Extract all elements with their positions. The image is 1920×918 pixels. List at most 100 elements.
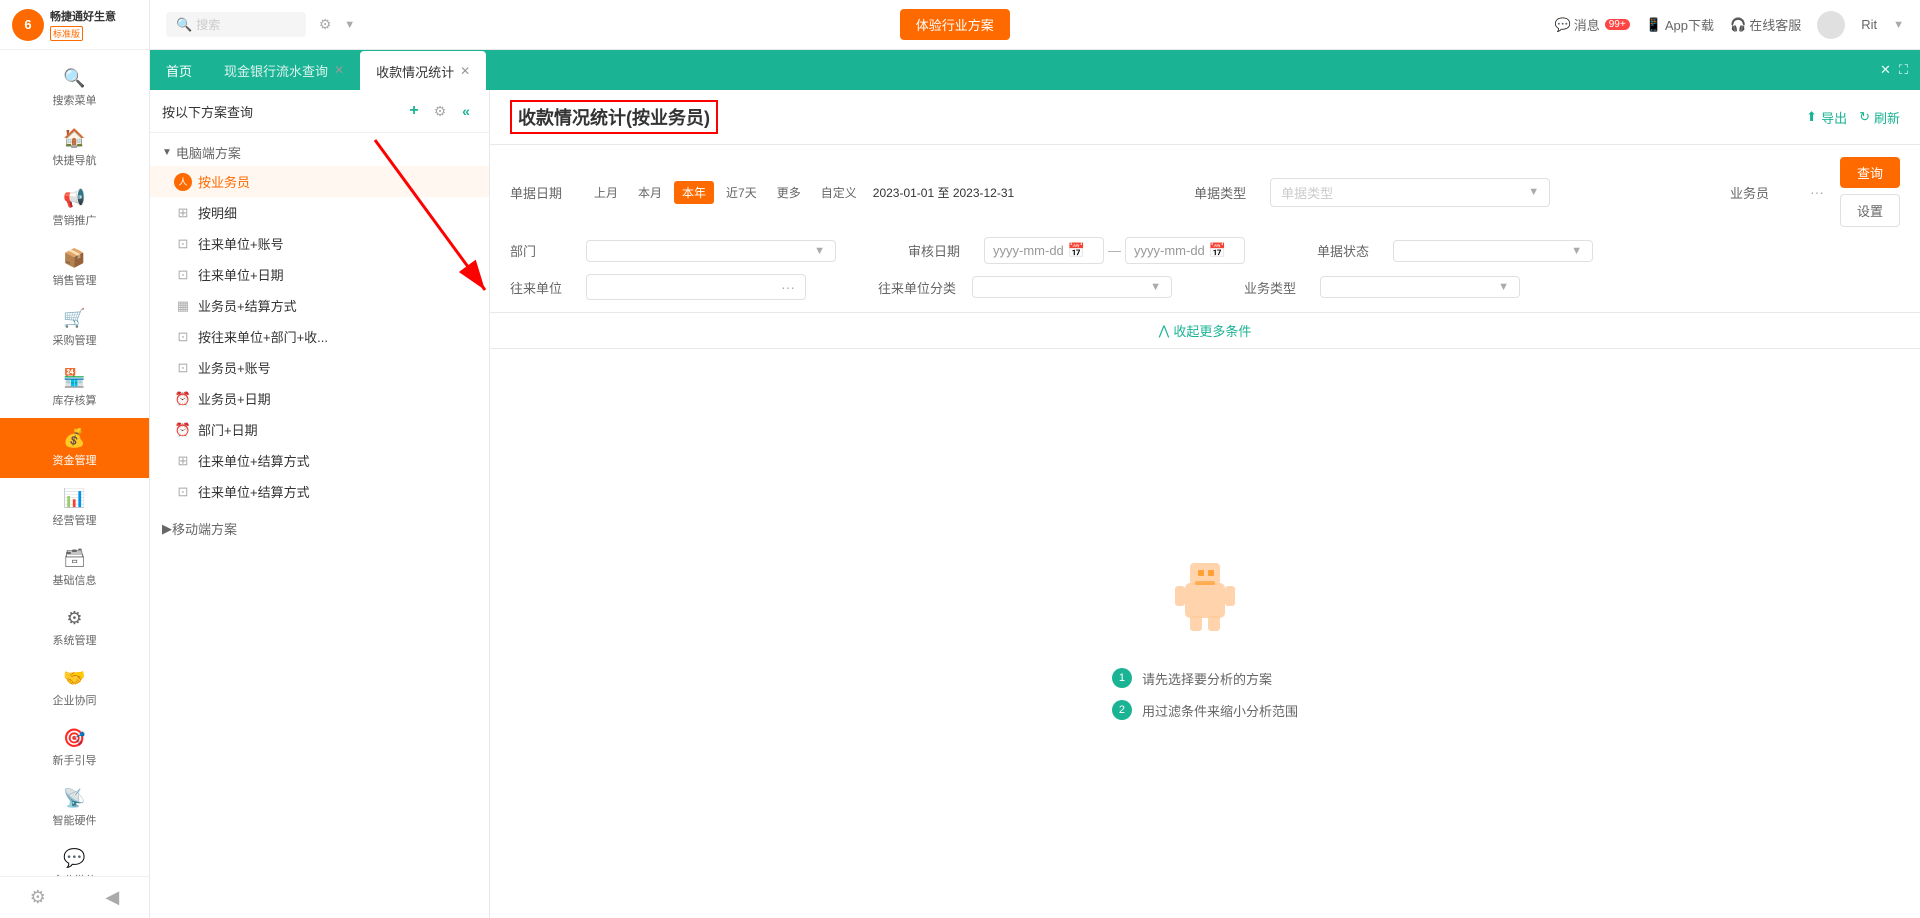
- page-content: 按以下方案查询 + ⚙ « ▼ 电脑端方案 人 按业务员: [150, 90, 1920, 918]
- tree-item-salesman-settle[interactable]: ▦ 业务员+结算方式: [150, 290, 489, 321]
- collapse-bar[interactable]: ⋀ 收起更多条件: [490, 313, 1920, 349]
- sidebar-item-smart-hw[interactable]: 📡 智能硬件: [0, 778, 149, 838]
- calendar-start-icon[interactable]: 📅: [1068, 242, 1085, 259]
- sidebar-item-system[interactable]: ⚙ 系统管理: [0, 598, 149, 658]
- refresh-label: 刷新: [1874, 108, 1900, 127]
- tree-item-counterpart-account[interactable]: ⊡ 往来单位+账号: [150, 228, 489, 259]
- sidebar-item-warehouse[interactable]: 🏪 库存核算: [0, 358, 149, 418]
- footer-collapse-icon[interactable]: ◀: [105, 887, 119, 908]
- tab-receipt-stats-close-icon[interactable]: ✕: [460, 64, 470, 78]
- header-right: 💬 消息 99+ 📱 App下载 🎧 在线客服 Rit ▼: [1555, 11, 1904, 39]
- scheme-settings-icon[interactable]: ⚙: [429, 100, 451, 122]
- add-scheme-icon[interactable]: +: [403, 100, 425, 122]
- user-dropdown-icon[interactable]: ▼: [1893, 19, 1904, 31]
- filter-settings-button[interactable]: 设置: [1840, 194, 1900, 227]
- review-date-end-input[interactable]: yyyy-mm-dd 📅: [1125, 237, 1245, 264]
- counterpart-select[interactable]: ···: [586, 274, 806, 300]
- marketing-icon: 📢: [63, 188, 85, 209]
- gear-icon[interactable]: ⚙: [314, 14, 336, 36]
- review-date-start-input[interactable]: yyyy-mm-dd 📅: [984, 237, 1104, 264]
- table-icon: ⊡: [174, 328, 192, 346]
- doc-type-select[interactable]: 单据类型 ▼: [1270, 178, 1550, 207]
- tree-item-counterpart-settle1[interactable]: ⊞ 往来单位+结算方式: [150, 445, 489, 476]
- sidebar-item-quick-nav[interactable]: 🏠 快捷导航: [0, 118, 149, 178]
- sidebar-item-marketing[interactable]: 📢 营销推广: [0, 178, 149, 238]
- left-panel: 按以下方案查询 + ⚙ « ▼ 电脑端方案 人 按业务员: [150, 90, 490, 918]
- header-left: 🔍 搜索 ⚙ ▼: [166, 12, 355, 37]
- date-tab-this-year[interactable]: 本年: [674, 181, 714, 204]
- tree-item-label: 往来单位+结算方式: [198, 482, 310, 501]
- tree-item-salesman-account[interactable]: ⊡ 业务员+账号: [150, 352, 489, 383]
- doc-type-dropdown-icon: ▼: [1528, 186, 1539, 198]
- tree-item-by-salesman[interactable]: 人 按业务员: [150, 166, 489, 197]
- window-close-icon[interactable]: ✕: [1880, 62, 1891, 78]
- trial-button[interactable]: 体验行业方案: [900, 9, 1010, 40]
- tab-bank-flow-close-icon[interactable]: ✕: [334, 63, 344, 77]
- tree-item-by-detail[interactable]: ⊞ 按明细: [150, 197, 489, 228]
- counterpart-more-icon[interactable]: ···: [781, 279, 795, 295]
- date-tab-this-month[interactable]: 本月: [630, 181, 670, 204]
- sidebar-item-sales[interactable]: 📦 销售管理: [0, 238, 149, 298]
- basic-icon: 🗃: [63, 548, 86, 569]
- tree-item-label: 部门+日期: [198, 420, 258, 439]
- date-range-display: 2023-01-01 至 2023-12-31: [873, 184, 1014, 201]
- date-tab-last7[interactable]: 近7天: [718, 181, 765, 204]
- tree-item-label: 按明细: [198, 203, 237, 222]
- sidebar-item-operation[interactable]: 📊 经营管理: [0, 478, 149, 538]
- user-avatar[interactable]: [1817, 11, 1845, 39]
- sidebar-item-search-menu[interactable]: 🔍 搜索菜单: [0, 58, 149, 118]
- mobile-section-header[interactable]: ▶ 移动端方案: [150, 513, 489, 544]
- counterpart-category-select[interactable]: ▼: [972, 276, 1172, 298]
- step-2-number: 2: [1112, 700, 1132, 720]
- search-menu-icon: 🔍: [63, 68, 85, 89]
- biz-type-select[interactable]: ▼: [1320, 276, 1520, 298]
- query-button[interactable]: 查询: [1840, 157, 1900, 188]
- header-search-box[interactable]: 🔍 搜索: [166, 12, 306, 37]
- refresh-button[interactable]: ↻ 刷新: [1859, 108, 1900, 127]
- salesman-more-icon[interactable]: ···: [1810, 184, 1824, 200]
- online-service-section[interactable]: 🎧 在线客服: [1730, 15, 1801, 34]
- calendar-end-icon[interactable]: 📅: [1209, 242, 1226, 259]
- app-logo: 6 畅捷通好生意 标准版: [0, 0, 149, 50]
- tab-bank-flow[interactable]: 现金银行流水查询 ✕: [208, 50, 360, 90]
- window-maximize-icon[interactable]: ⛶: [1899, 62, 1908, 78]
- sidebar-item-purchase[interactable]: 🛒 采购管理: [0, 298, 149, 358]
- sidebar-item-corp[interactable]: 🤝 企业协同: [0, 658, 149, 718]
- tree-item-counterpart-dept-recv[interactable]: ⊡ 按往来单位+部门+收...: [150, 321, 489, 352]
- sidebar-item-finance[interactable]: 💰 资金管理: [0, 418, 149, 478]
- sidebar-item-newbie[interactable]: 🎯 新手引导: [0, 718, 149, 778]
- review-date-end-placeholder: yyyy-mm-dd: [1134, 243, 1205, 258]
- doc-status-select[interactable]: ▼: [1393, 240, 1593, 262]
- counterpart-category-label: 往来单位分类: [878, 278, 956, 297]
- tree-item-counterpart-settle2[interactable]: ⊡ 往来单位+结算方式: [150, 476, 489, 507]
- date-tab-more[interactable]: 更多: [769, 181, 809, 204]
- sidebar-item-wechat[interactable]: 💬 企业微信: [0, 838, 149, 876]
- date-label: 单据日期: [510, 183, 570, 202]
- finance-icon: 💰: [63, 428, 85, 449]
- tab-home[interactable]: 首页: [150, 50, 208, 90]
- table-icon: ⊡: [174, 235, 192, 253]
- sidebar-item-label: 库存核算: [53, 392, 97, 408]
- tab-bank-flow-label: 现金银行流水查询: [224, 61, 328, 80]
- app-download-section[interactable]: 📱 App下载: [1646, 15, 1714, 34]
- search-icon: 🔍: [176, 17, 192, 33]
- detail-icon: ⊞: [174, 204, 192, 222]
- tree-item-counterpart-date[interactable]: ⊡ 往来单位+日期: [150, 259, 489, 290]
- date-tab-custom[interactable]: 自定义: [813, 181, 865, 204]
- date-tab-prev-month[interactable]: 上月: [586, 181, 626, 204]
- collapse-panel-icon[interactable]: «: [455, 100, 477, 122]
- sidebar-item-label: 新手引导: [53, 752, 97, 768]
- tree-item-salesman-date[interactable]: ⏰ 业务员+日期: [150, 383, 489, 414]
- step-1: 1 请先选择要分析的方案: [1112, 668, 1298, 688]
- dept-select[interactable]: ▼: [586, 240, 836, 262]
- sidebar-item-basic[interactable]: 🗃 基础信息: [0, 538, 149, 598]
- newbie-icon: 🎯: [63, 728, 85, 749]
- desktop-section-header[interactable]: ▼ 电脑端方案: [150, 139, 489, 166]
- date-separator: —: [1108, 243, 1121, 258]
- collapse-label: 收起更多条件: [1173, 321, 1251, 340]
- export-button[interactable]: ⬆ 导出: [1806, 108, 1847, 127]
- footer-settings-icon[interactable]: ⚙: [30, 887, 46, 908]
- tab-receipt-stats[interactable]: 收款情况统计 ✕: [360, 51, 486, 91]
- message-section[interactable]: 💬 消息 99+: [1555, 15, 1630, 34]
- tree-item-dept-date[interactable]: ⏰ 部门+日期: [150, 414, 489, 445]
